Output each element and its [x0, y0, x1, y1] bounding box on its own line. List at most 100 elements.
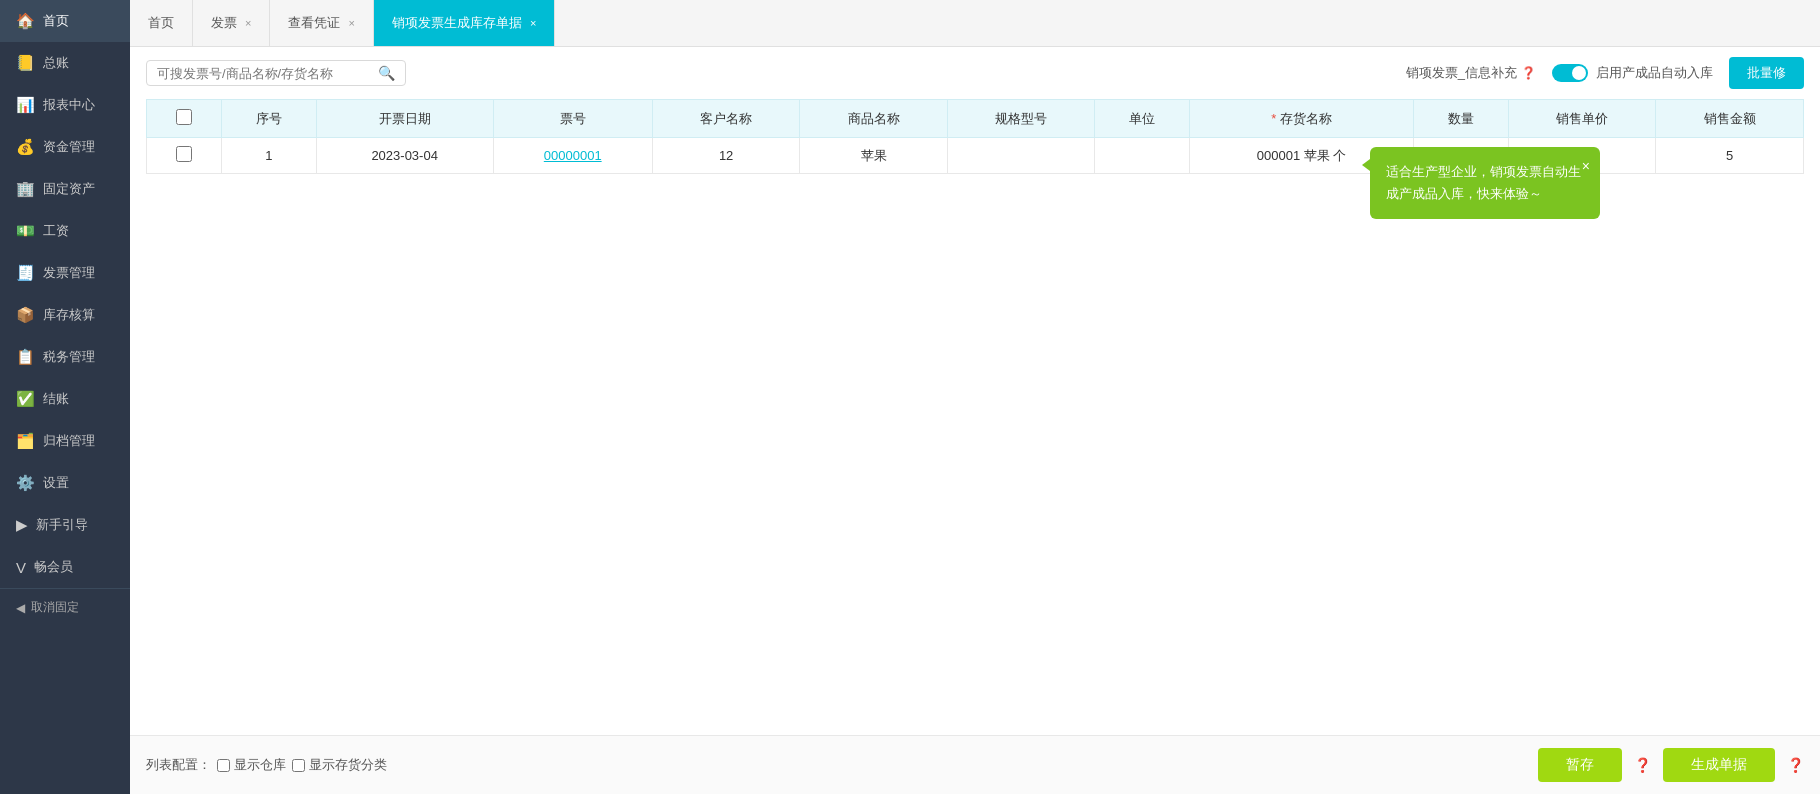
row-unit: [1095, 138, 1190, 174]
footer-buttons: 暂存 ❓ 生成单据 ❓: [1538, 748, 1804, 782]
footer-config: 列表配置： 显示仓库 显示存货分类: [146, 756, 387, 774]
col-unit-price: 销售单价: [1508, 100, 1656, 138]
info-help-icon[interactable]: ❓: [1521, 66, 1536, 80]
row-select-checkbox[interactable]: [176, 146, 192, 162]
row-date: 2023-03-04: [316, 138, 493, 174]
sidebar-item-guide[interactable]: ▶ 新手引导: [0, 504, 130, 546]
row-amount: 5: [1656, 138, 1804, 174]
tab-view-voucher[interactable]: 查看凭证 ×: [270, 0, 373, 46]
col-unit: 单位: [1095, 100, 1190, 138]
report-icon: 📊: [16, 96, 35, 114]
generate-button[interactable]: 生成单据: [1663, 748, 1775, 782]
tab-bar: 首页 发票 × 查看凭证 × 销项发票生成库存单据 ×: [130, 0, 1820, 47]
sidebar-label-invoice-management: 发票管理: [43, 264, 95, 282]
tooltip-text: 适合生产型企业，销项发票自动生成产成品入库，快来体验～: [1386, 164, 1581, 201]
pin-button[interactable]: ◀ 取消固定: [0, 588, 130, 626]
pin-icon: ◀: [16, 601, 25, 615]
row-seq: 1: [221, 138, 316, 174]
show-warehouse-checkbox[interactable]: [217, 759, 230, 772]
tooltip-box: × 适合生产型企业，销项发票自动生成产成品入库，快来体验～: [1370, 147, 1600, 219]
col-checkbox: [147, 100, 222, 138]
show-category-checkbox[interactable]: [292, 759, 305, 772]
show-category-label[interactable]: 显示存货分类: [292, 756, 387, 774]
col-qty: 数量: [1413, 100, 1508, 138]
sidebar-label-payroll: 工资: [43, 222, 69, 240]
toolbar-right: 销项发票_信息补充 ❓ 启用产成品自动入库 批量修: [1406, 57, 1804, 89]
col-ticket-no: 票号: [493, 100, 652, 138]
tooltip-close-button[interactable]: ×: [1582, 155, 1590, 179]
main-content: 首页 发票 × 查看凭证 × 销项发票生成库存单据 × 🔍 销项发票_信息补充: [130, 0, 1820, 794]
sidebar-item-payroll[interactable]: 💵 工资: [0, 210, 130, 252]
sidebar-item-general-ledger[interactable]: 📒 总账: [0, 42, 130, 84]
inventory-icon: 📦: [16, 306, 35, 324]
row-ticket-no[interactable]: 00000001: [493, 138, 652, 174]
col-seq: 序号: [221, 100, 316, 138]
sidebar-item-inventory[interactable]: 📦 库存核算: [0, 294, 130, 336]
info-label: 销项发票_信息补充 ❓: [1406, 64, 1536, 82]
assets-icon: 🏢: [16, 180, 35, 198]
sidebar-label-inventory: 库存核算: [43, 306, 95, 324]
show-warehouse-label[interactable]: 显示仓库: [217, 756, 286, 774]
sidebar-label-fixed-assets: 固定资产: [43, 180, 95, 198]
save-help-icon[interactable]: ❓: [1634, 757, 1651, 773]
col-inventory-name: 存货名称: [1190, 100, 1414, 138]
col-customer: 客户名称: [652, 100, 800, 138]
sidebar-item-checkout[interactable]: ✅ 结账: [0, 378, 130, 420]
search-box[interactable]: 🔍: [146, 60, 406, 86]
auto-warehouse-toggle[interactable]: [1552, 64, 1588, 82]
row-customer: 12: [652, 138, 800, 174]
sidebar-label-report-center: 报表中心: [43, 96, 95, 114]
search-icon: 🔍: [378, 65, 395, 81]
sidebar-item-settings[interactable]: ⚙️ 设置: [0, 462, 130, 504]
sidebar: 🏠 首页 📒 总账 📊 报表中心 💰 资金管理 🏢 固定资产 💵 工资 🧾 发票…: [0, 0, 130, 794]
checkout-icon: ✅: [16, 390, 35, 408]
batch-button[interactable]: 批量修: [1729, 57, 1804, 89]
sidebar-label-fund-management: 资金管理: [43, 138, 95, 156]
tab-home[interactable]: 首页: [130, 0, 193, 46]
sidebar-label-tax-management: 税务管理: [43, 348, 95, 366]
fund-icon: 💰: [16, 138, 35, 156]
sidebar-label-home: 首页: [43, 12, 69, 30]
sidebar-item-fixed-assets[interactable]: 🏢 固定资产: [0, 168, 130, 210]
tab-close-view-voucher[interactable]: ×: [348, 17, 354, 29]
pin-label: 取消固定: [31, 599, 79, 616]
guide-icon: ▶: [16, 516, 28, 534]
col-date: 开票日期: [316, 100, 493, 138]
vip-icon: V: [16, 559, 26, 576]
generate-help-icon[interactable]: ❓: [1787, 757, 1804, 773]
footer: 列表配置： 显示仓库 显示存货分类 暂存 ❓ 生成单据 ❓: [130, 735, 1820, 794]
row-checkbox: [147, 138, 222, 174]
sidebar-label-archive: 归档管理: [43, 432, 95, 450]
sidebar-item-tax-management[interactable]: 📋 税务管理: [0, 336, 130, 378]
tab-invoice[interactable]: 发票 ×: [193, 0, 270, 46]
tab-generate-inventory[interactable]: 销项发票生成库存单据 ×: [374, 0, 555, 46]
sidebar-label-settings: 设置: [43, 474, 69, 492]
ledger-icon: 📒: [16, 54, 35, 72]
col-product: 商品名称: [800, 100, 948, 138]
sidebar-label-guide: 新手引导: [36, 516, 88, 534]
sidebar-item-archive[interactable]: 🗂️ 归档管理: [0, 420, 130, 462]
sidebar-label-vip: 畅会员: [34, 558, 73, 576]
sidebar-item-invoice-management[interactable]: 🧾 发票管理: [0, 252, 130, 294]
page-content: 🔍 销项发票_信息补充 ❓ 启用产成品自动入库 批量修: [130, 47, 1820, 794]
sidebar-label-checkout: 结账: [43, 390, 69, 408]
select-all-checkbox[interactable]: [176, 109, 192, 125]
col-amount: 销售金额: [1656, 100, 1804, 138]
settings-icon: ⚙️: [16, 474, 35, 492]
save-button[interactable]: 暂存: [1538, 748, 1622, 782]
sidebar-item-vip[interactable]: V 畅会员: [0, 546, 130, 588]
row-product: 苹果: [800, 138, 948, 174]
sidebar-item-report-center[interactable]: 📊 报表中心: [0, 84, 130, 126]
sidebar-item-home[interactable]: 🏠 首页: [0, 0, 130, 42]
home-icon: 🏠: [16, 12, 35, 30]
config-label: 列表配置：: [146, 756, 211, 774]
toggle-wrap: 启用产成品自动入库: [1552, 64, 1713, 82]
search-input[interactable]: [157, 66, 374, 81]
tab-close-generate-inventory[interactable]: ×: [530, 17, 536, 29]
sidebar-item-fund-management[interactable]: 💰 资金管理: [0, 126, 130, 168]
row-spec: [947, 138, 1095, 174]
sidebar-label-general-ledger: 总账: [43, 54, 69, 72]
tax-icon: 📋: [16, 348, 35, 366]
tab-close-invoice[interactable]: ×: [245, 17, 251, 29]
toolbar: 🔍 销项发票_信息补充 ❓ 启用产成品自动入库 批量修: [130, 47, 1820, 99]
